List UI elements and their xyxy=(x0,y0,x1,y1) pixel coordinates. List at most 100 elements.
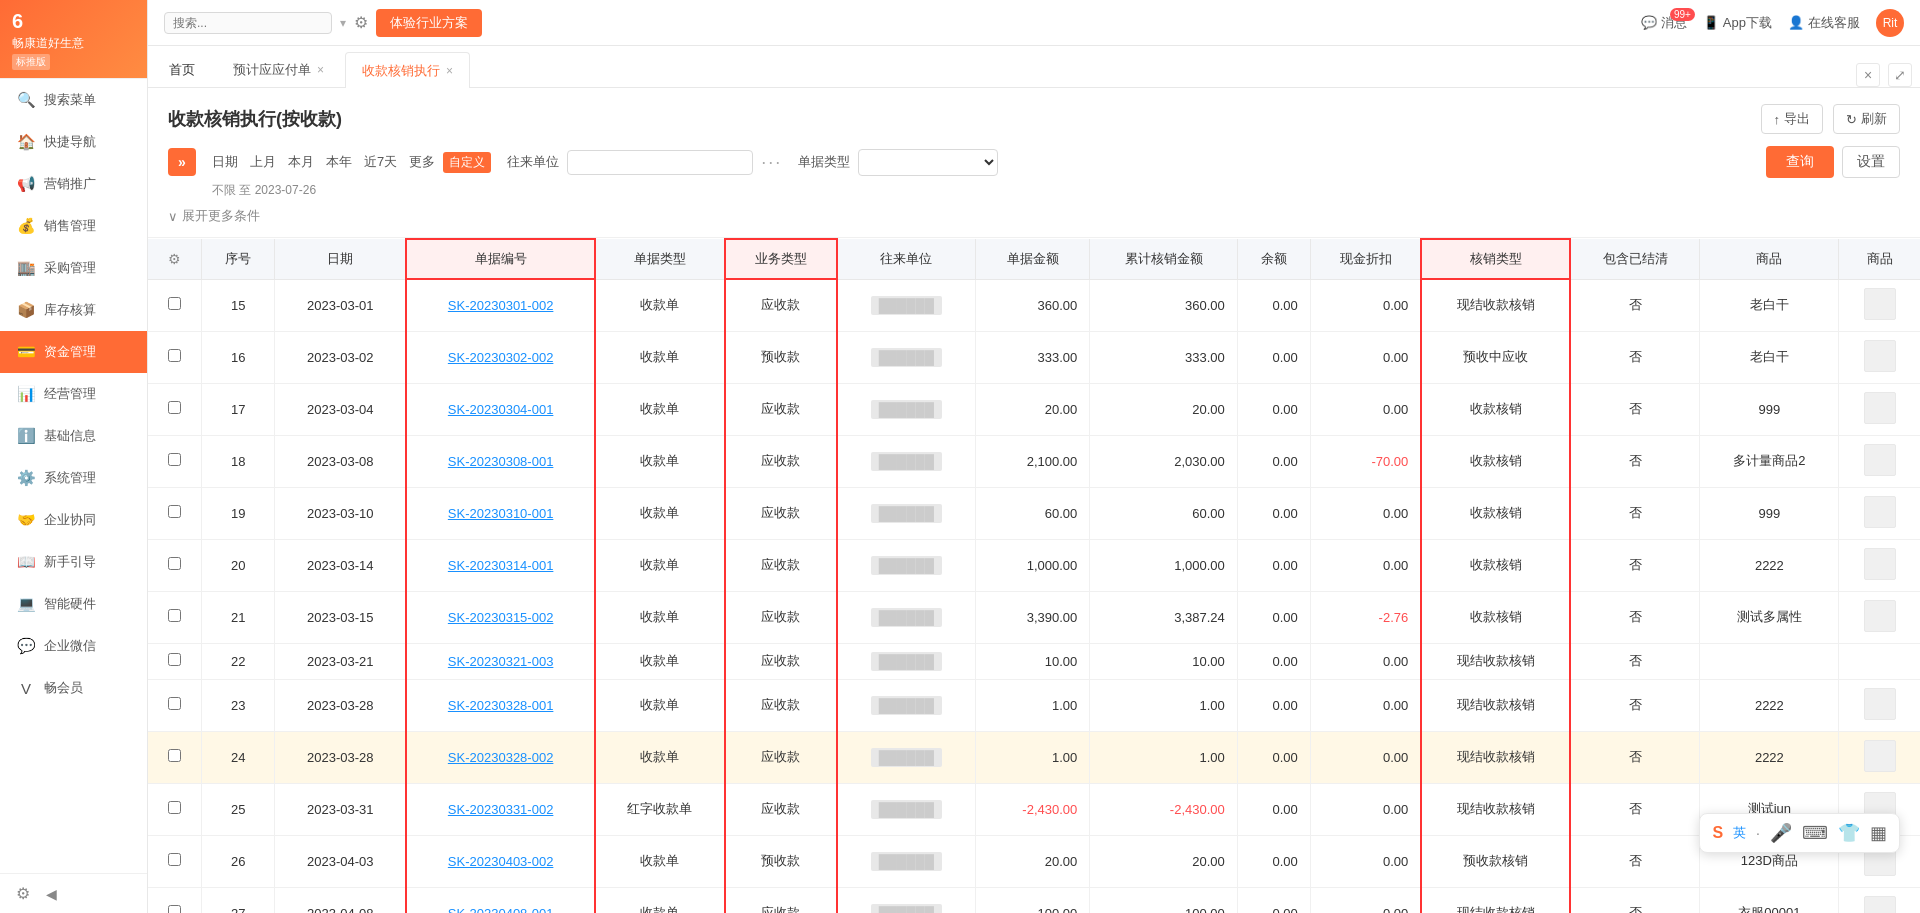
tab-payable[interactable]: 预计应应付单 × xyxy=(216,51,341,87)
sidebar-item-inventory[interactable]: 📦 库存核算 xyxy=(0,289,147,331)
filter-date-this-year[interactable]: 本年 xyxy=(322,151,356,173)
filter-date-this-month[interactable]: 本月 xyxy=(284,151,318,173)
cell-no: 24 xyxy=(202,731,275,783)
row-checkbox[interactable] xyxy=(168,905,181,913)
cell-bill-no[interactable]: SK-20230328-001 xyxy=(406,679,594,731)
sidebar-collapse-icon[interactable]: ◀ xyxy=(46,886,57,902)
sidebar-item-basic[interactable]: ℹ️ 基础信息 xyxy=(0,415,147,457)
filter-date-custom[interactable]: 自定义 xyxy=(443,152,491,173)
topbar-chevron-icon[interactable]: ▾ xyxy=(340,16,346,30)
cell-product-img xyxy=(1839,643,1920,679)
cell-bill-no[interactable]: SK-20230310-001 xyxy=(406,487,594,539)
sidebar-item-wechat[interactable]: 💬 企业微信 xyxy=(0,625,147,667)
sidebar-item-member[interactable]: V 畅会员 xyxy=(0,667,147,709)
cell-checkbox[interactable] xyxy=(148,383,202,435)
floating-keyboard-btn[interactable]: ⌨ xyxy=(1802,822,1828,844)
row-checkbox[interactable] xyxy=(168,453,181,466)
cell-checkbox[interactable] xyxy=(148,331,202,383)
cell-checkbox[interactable] xyxy=(148,887,202,913)
filter-date-7days[interactable]: 近7天 xyxy=(360,151,401,173)
row-checkbox[interactable] xyxy=(168,609,181,622)
sidebar-item-corp[interactable]: 🤝 企业协同 xyxy=(0,499,147,541)
cell-no: 21 xyxy=(202,591,275,643)
sidebar-item-finance[interactable]: 💳 资金管理 xyxy=(0,331,147,373)
sidebar-item-search[interactable]: 🔍 搜索菜单 xyxy=(0,79,147,121)
cell-bill-no[interactable]: SK-20230328-002 xyxy=(406,731,594,783)
filter-partner-input[interactable] xyxy=(567,150,753,175)
query-btn[interactable]: 查询 xyxy=(1766,146,1834,178)
sidebar-item-quicknav[interactable]: 🏠 快捷导航 xyxy=(0,121,147,163)
row-checkbox[interactable] xyxy=(168,653,181,666)
floating-mic-btn[interactable]: 🎤 xyxy=(1770,822,1792,844)
cell-checkbox[interactable] xyxy=(148,643,202,679)
row-checkbox[interactable] xyxy=(168,505,181,518)
cell-checkbox[interactable] xyxy=(148,731,202,783)
tab-close-btn[interactable]: × xyxy=(1856,63,1880,87)
sidebar-item-sales[interactable]: 💰 销售管理 xyxy=(0,205,147,247)
tab-payable-close[interactable]: × xyxy=(317,63,324,77)
cell-checkbox[interactable] xyxy=(148,783,202,835)
tab-home[interactable]: 首页 xyxy=(152,51,212,87)
sidebar-item-operation[interactable]: 📊 经营管理 xyxy=(0,373,147,415)
topbar-avatar[interactable]: Rit xyxy=(1876,9,1904,37)
sidebar-item-system[interactable]: ⚙️ 系统管理 xyxy=(0,457,147,499)
col-gear-header[interactable]: ⚙ xyxy=(148,239,202,279)
row-checkbox[interactable] xyxy=(168,401,181,414)
cell-bill-no[interactable]: SK-20230331-002 xyxy=(406,783,594,835)
floating-grid-btn[interactable]: ▦ xyxy=(1870,822,1887,844)
cell-bill-no[interactable]: SK-20230314-001 xyxy=(406,539,594,591)
cell-partner: ██████ xyxy=(837,783,976,835)
row-checkbox[interactable] xyxy=(168,853,181,866)
topbar-search-input[interactable] xyxy=(164,12,332,34)
cell-checkbox[interactable] xyxy=(148,835,202,887)
topbar-app-download[interactable]: 📱 App下载 xyxy=(1703,14,1772,32)
filter-date-more[interactable]: 更多 xyxy=(405,151,439,173)
row-checkbox[interactable] xyxy=(168,349,181,362)
cell-bill-no[interactable]: SK-20230302-002 xyxy=(406,331,594,383)
cell-checkbox[interactable] xyxy=(148,279,202,331)
cell-date: 2023-03-14 xyxy=(275,539,407,591)
row-checkbox[interactable] xyxy=(168,801,181,814)
filter-date-last-month[interactable]: 上月 xyxy=(246,151,280,173)
topbar-solution-btn[interactable]: 体验行业方案 xyxy=(376,9,482,37)
row-checkbox[interactable] xyxy=(168,697,181,710)
row-checkbox[interactable] xyxy=(168,297,181,310)
floating-en-btn[interactable]: 英 xyxy=(1733,824,1746,842)
sidebar-label-basic: 基础信息 xyxy=(44,427,96,445)
filter-expand-btn[interactable]: » xyxy=(168,148,196,176)
sidebar-item-guide[interactable]: 📖 新手引导 xyxy=(0,541,147,583)
row-checkbox[interactable] xyxy=(168,557,181,570)
cell-acc-amount: -2,430.00 xyxy=(1090,783,1237,835)
expand-more-btn[interactable]: ∨ 展开更多条件 xyxy=(168,207,260,225)
tab-receipt-close[interactable]: × xyxy=(446,64,453,78)
cell-discount: 0.00 xyxy=(1310,539,1421,591)
cell-checkbox[interactable] xyxy=(148,539,202,591)
settings-btn[interactable]: 设置 xyxy=(1842,146,1900,178)
cell-bill-no[interactable]: SK-20230408-001 xyxy=(406,887,594,913)
cell-checkbox[interactable] xyxy=(148,679,202,731)
tab-maximize-btn[interactable]: ⤢ xyxy=(1888,63,1912,87)
cell-bill-no[interactable]: SK-20230308-001 xyxy=(406,435,594,487)
sidebar-item-purchase[interactable]: 🏬 采购管理 xyxy=(0,247,147,289)
sidebar-gear-icon[interactable]: ⚙ xyxy=(16,884,30,903)
cell-bill-no[interactable]: SK-20230315-002 xyxy=(406,591,594,643)
export-btn[interactable]: ↑ 导出 xyxy=(1761,104,1824,134)
sidebar-item-marketing[interactable]: 📢 营销推广 xyxy=(0,163,147,205)
sidebar-item-hardware[interactable]: 💻 智能硬件 xyxy=(0,583,147,625)
topbar-msg[interactable]: 💬 消息 99+ xyxy=(1641,14,1687,32)
cell-checkbox[interactable] xyxy=(148,591,202,643)
cell-checkbox[interactable] xyxy=(148,487,202,539)
cell-bill-no[interactable]: SK-20230301-002 xyxy=(406,279,594,331)
cell-balance: 0.00 xyxy=(1237,679,1310,731)
cell-bill-no[interactable]: SK-20230321-003 xyxy=(406,643,594,679)
cell-bill-no[interactable]: SK-20230403-002 xyxy=(406,835,594,887)
cell-bill-no[interactable]: SK-20230304-001 xyxy=(406,383,594,435)
floating-shirt-btn[interactable]: 👕 xyxy=(1838,822,1860,844)
row-checkbox[interactable] xyxy=(168,749,181,762)
tab-receipt-exec[interactable]: 收款核销执行 × xyxy=(345,52,470,88)
cell-checkbox[interactable] xyxy=(148,435,202,487)
topbar-service[interactable]: 👤 在线客服 xyxy=(1788,14,1860,32)
topbar-gear-icon[interactable]: ⚙ xyxy=(354,13,368,32)
refresh-btn[interactable]: ↻ 刷新 xyxy=(1833,104,1900,134)
filter-bill-type-select[interactable] xyxy=(858,149,998,176)
